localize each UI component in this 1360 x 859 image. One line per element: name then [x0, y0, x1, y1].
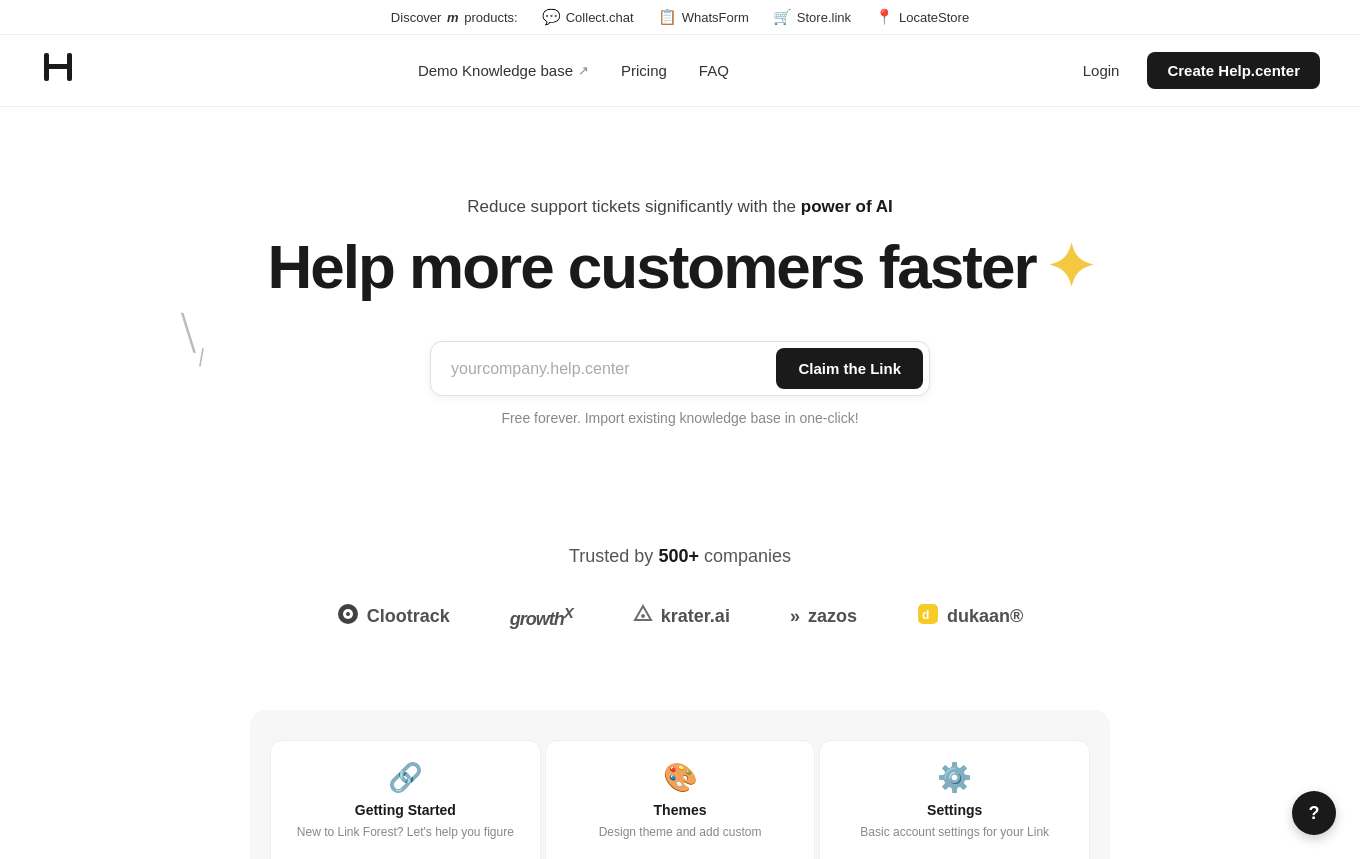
preview-card-getting-started: 🔗 Getting Started New to Link Forest? Le…	[270, 740, 541, 859]
help-button[interactable]: ?	[1292, 791, 1336, 835]
company-krater: krater.ai	[633, 604, 730, 629]
url-prefix: yourcompany.help.center	[451, 360, 629, 378]
product-whatsform[interactable]: 📋 WhatsForm	[658, 8, 749, 26]
create-button[interactable]: Create Help.center	[1147, 52, 1320, 89]
zazos-icon: »	[790, 606, 800, 627]
collect-chat-icon: 💬	[542, 8, 561, 26]
themes-icon: 🎨	[562, 761, 799, 794]
preview-section: 🔗 Getting Started New to Link Forest? Le…	[250, 710, 1110, 859]
url-input-container: yourcompany.help.center Claim the Link	[430, 341, 930, 396]
company-name-input[interactable]	[629, 360, 768, 378]
product-store-link[interactable]: 🛒 Store.link	[773, 8, 851, 26]
preview-title-getting-started: Getting Started	[287, 802, 524, 818]
hero-subtitle: Reduce support tickets significantly wit…	[20, 197, 1340, 217]
nav-actions: Login Create Help.center	[1071, 52, 1320, 89]
product-locate-store[interactable]: 📍 LocateStore	[875, 8, 969, 26]
navbar: Demo Knowledge base ↗ Pricing FAQ Login …	[0, 35, 1360, 107]
svg-point-7	[641, 614, 645, 618]
hero-note: Free forever. Import existing knowledge …	[501, 410, 858, 426]
store-link-icon: 🛒	[773, 8, 792, 26]
discover-text: Discover m products:	[391, 10, 518, 25]
brand-icon: m	[447, 10, 459, 25]
krater-icon	[633, 604, 653, 629]
nav-pricing[interactable]: Pricing	[621, 62, 667, 79]
nav-demo-kb[interactable]: Demo Knowledge base ↗	[418, 62, 589, 79]
company-growthx: growthX	[510, 604, 573, 630]
nav-links: Demo Knowledge base ↗ Pricing FAQ	[418, 62, 729, 79]
preview-desc-themes: Design theme and add custom	[562, 824, 799, 841]
whatsform-icon: 📋	[658, 8, 677, 26]
login-button[interactable]: Login	[1071, 54, 1132, 87]
trusted-section: Trusted by 500+ companies Clootrack grow…	[0, 486, 1360, 670]
preview-title-settings: Settings	[836, 802, 1073, 818]
getting-started-icon: 🔗	[287, 761, 524, 794]
nav-faq[interactable]: FAQ	[699, 62, 729, 79]
preview-card-themes: 🎨 Themes Design theme and add custom	[545, 740, 816, 859]
sparkle-icon: ✦	[1046, 235, 1093, 299]
top-bar: Discover m products: 💬 Collect.chat 📋 Wh…	[0, 0, 1360, 35]
trusted-text: Trusted by 500+ companies	[20, 546, 1340, 567]
preview-card-settings: ⚙️ Settings Basic account settings for y…	[819, 740, 1090, 859]
svg-text:d: d	[922, 608, 929, 622]
product-collect-chat[interactable]: 💬 Collect.chat	[542, 8, 634, 26]
svg-point-5	[346, 612, 350, 616]
external-link-icon: ↗	[578, 63, 589, 78]
settings-icon: ⚙️	[836, 761, 1073, 794]
locate-store-icon: 📍	[875, 8, 894, 26]
growthx-label: growthX	[510, 604, 573, 630]
preview-title-themes: Themes	[562, 802, 799, 818]
preview-desc-getting-started: New to Link Forest? Let's help you figur…	[287, 824, 524, 841]
company-dukaan: d dukaan®	[917, 603, 1023, 630]
hero-section: ╲ | Reduce support tickets significantly…	[0, 107, 1360, 486]
clootrack-icon	[337, 603, 359, 630]
claim-link-button[interactable]: Claim the Link	[776, 348, 923, 389]
preview-desc-settings: Basic account settings for your Link	[836, 824, 1073, 841]
company-clootrack: Clootrack	[337, 603, 450, 630]
svg-rect-2	[67, 53, 72, 81]
company-zazos: » zazos	[790, 606, 857, 627]
hero-title: Help more customers faster ✦	[20, 233, 1340, 301]
dukaan-icon: d	[917, 603, 939, 630]
logo[interactable]	[40, 49, 76, 92]
companies-row: Clootrack growthX krater.ai » zazos d du…	[20, 603, 1340, 630]
